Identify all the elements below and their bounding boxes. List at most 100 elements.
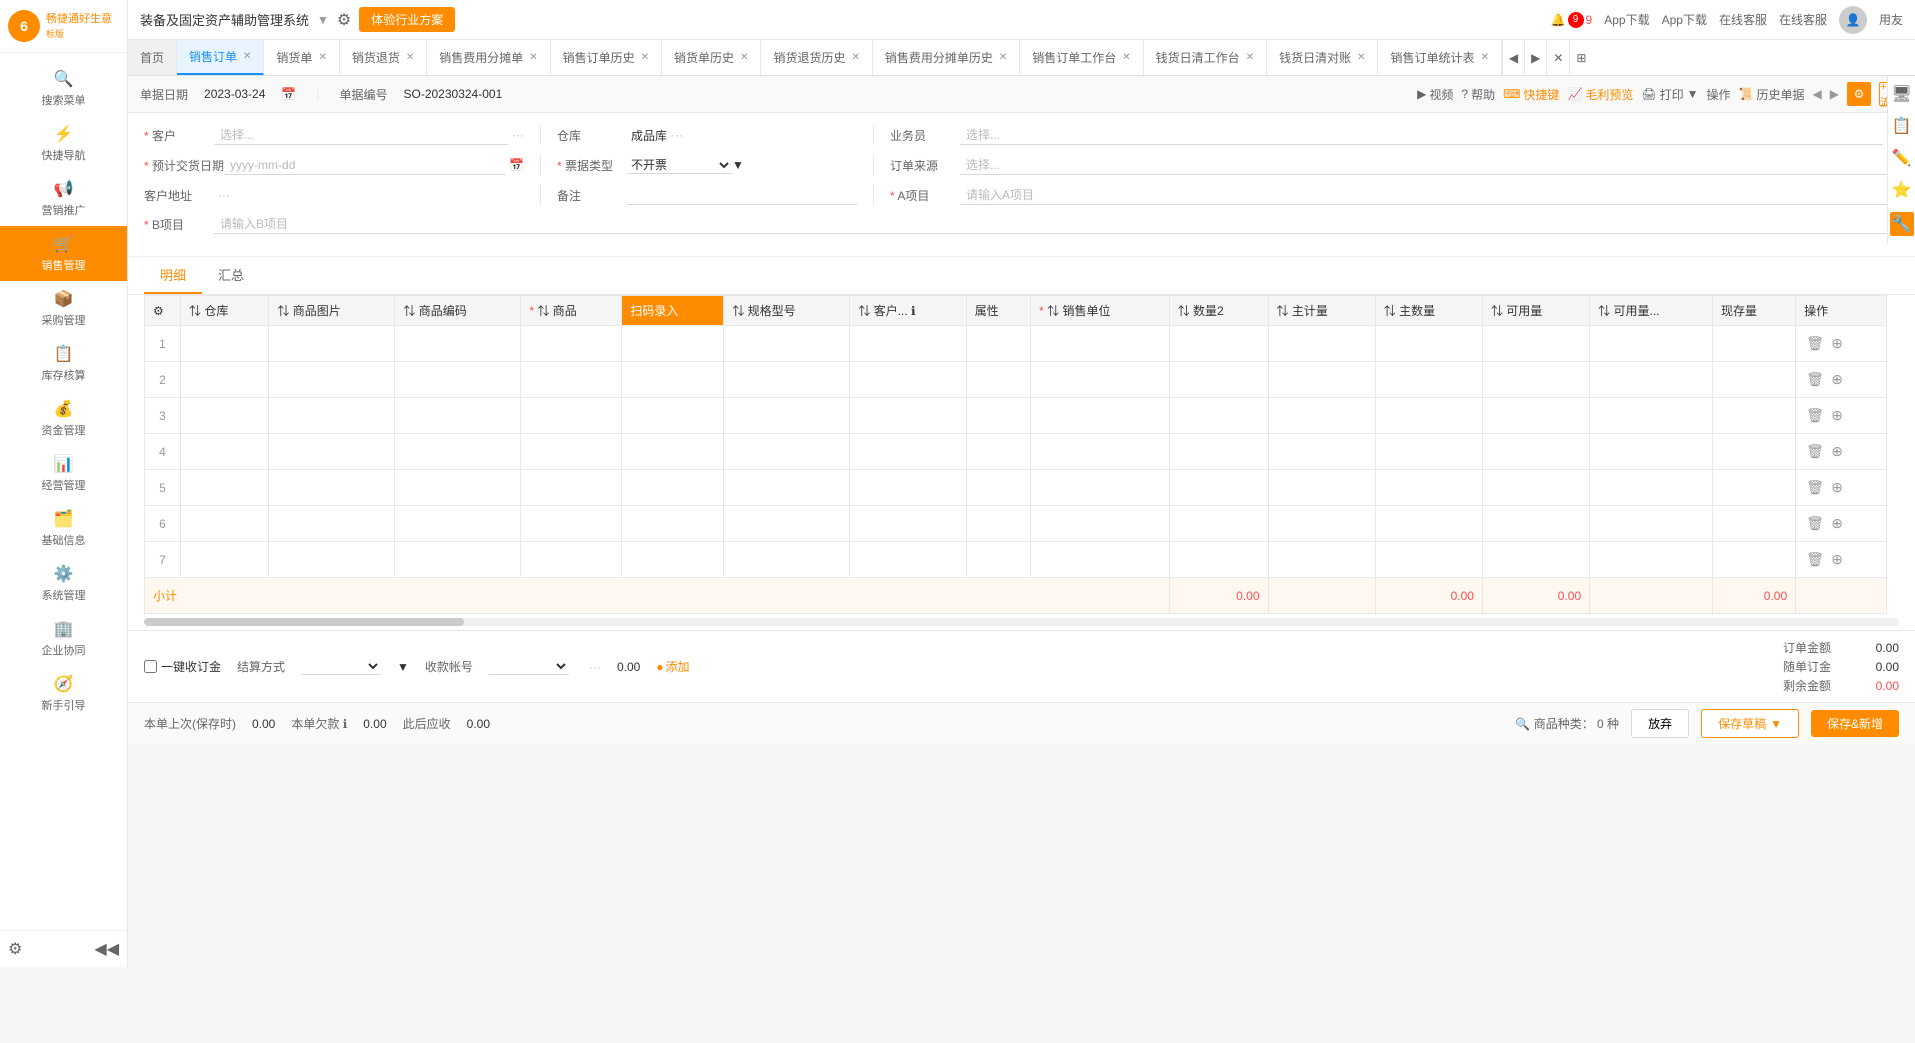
row-7-unit[interactable] bbox=[1031, 542, 1170, 578]
row-2-code[interactable] bbox=[395, 362, 521, 398]
row-4-spec[interactable] bbox=[724, 434, 850, 470]
row-2-delete-btn[interactable]: 🗑 bbox=[1804, 369, 1826, 390]
right-panel-star-icon[interactable]: ⭐ bbox=[1892, 180, 1912, 200]
row-7-spec[interactable] bbox=[724, 542, 850, 578]
sort-icon-available2[interactable]: ⇅ bbox=[1598, 304, 1610, 318]
one-click-collect-input[interactable] bbox=[144, 660, 157, 673]
abandon-button[interactable]: 放弃 bbox=[1631, 709, 1689, 738]
sidebar-item-marketing[interactable]: 📢 营销推广 bbox=[0, 171, 127, 226]
row-3-code[interactable] bbox=[395, 398, 521, 434]
tab-sales-order-workbench[interactable]: 销售订单工作台 ✕ bbox=[1020, 40, 1143, 75]
row-6-warehouse[interactable] bbox=[181, 506, 269, 542]
row-4-warehouse[interactable] bbox=[181, 434, 269, 470]
right-panel-list-icon[interactable]: 📋 bbox=[1892, 116, 1912, 136]
tab-nav-prev[interactable]: ◀ bbox=[1502, 40, 1524, 75]
right-panel-tool-icon[interactable]: 🔧 bbox=[1890, 212, 1914, 236]
tab-sales-return-history[interactable]: 销货单历史 ✕ bbox=[662, 40, 761, 75]
delivery-date-input[interactable] bbox=[224, 156, 505, 175]
row-3-cust-code[interactable] bbox=[850, 398, 966, 434]
history-action[interactable]: 📜 历史单据 bbox=[1739, 86, 1805, 103]
sidebar-item-basics[interactable]: 🗂️ 基础信息 bbox=[0, 501, 127, 556]
sort-icon-cust-code[interactable]: ⇅ bbox=[858, 304, 870, 318]
row-5-code[interactable] bbox=[395, 470, 521, 506]
row-5-main-qty[interactable] bbox=[1375, 470, 1482, 506]
tab-close-expense-history[interactable]: ✕ bbox=[999, 52, 1007, 63]
tab-daily-clear-account[interactable]: 钱货日清对账 ✕ bbox=[1267, 40, 1378, 75]
a-project-input[interactable] bbox=[960, 186, 1899, 205]
row-7-cust-code[interactable] bbox=[850, 542, 966, 578]
save-draft-button[interactable]: 保存草稿 ▼ bbox=[1701, 709, 1799, 738]
detail-tab-detail[interactable]: 明细 bbox=[144, 257, 202, 294]
tab-close-daily-clear-workbench[interactable]: ✕ bbox=[1246, 52, 1254, 63]
row-3-copy-btn[interactable]: ⊕ bbox=[1829, 405, 1845, 426]
sort-icon-available[interactable]: ⇅ bbox=[1491, 304, 1503, 318]
sidebar-item-finance[interactable]: 💰 资金管理 bbox=[0, 391, 127, 446]
row-1-unit[interactable] bbox=[1031, 326, 1170, 362]
tab-sales-return[interactable]: 销货单 ✕ bbox=[264, 40, 339, 75]
detail-tab-summary[interactable]: 汇总 bbox=[202, 257, 260, 294]
row-4-cust-code[interactable] bbox=[850, 434, 966, 470]
tab-close-sales-return[interactable]: ✕ bbox=[318, 52, 326, 63]
customer-input[interactable] bbox=[214, 126, 508, 145]
sort-icon[interactable]: ⇅ bbox=[189, 304, 201, 318]
settings-icon[interactable]: ⚙ bbox=[8, 939, 22, 959]
b-project-input[interactable] bbox=[214, 215, 1899, 234]
operations-action[interactable]: 操作 bbox=[1707, 86, 1731, 103]
row-4-main-qty[interactable] bbox=[1375, 434, 1482, 470]
save-new-button[interactable]: 保存&新增 bbox=[1811, 710, 1899, 737]
help-action[interactable]: ? 帮助 bbox=[1461, 86, 1495, 103]
row-5-attribute[interactable] bbox=[966, 470, 1030, 506]
row-6-qty2[interactable] bbox=[1169, 506, 1268, 542]
avatar[interactable]: 👤 bbox=[1839, 6, 1867, 34]
tab-close-order-history[interactable]: ✕ bbox=[641, 52, 649, 63]
row-1-delete-btn[interactable]: 🗑 bbox=[1804, 333, 1826, 354]
tab-sales-expense-split[interactable]: 销售费用分摊单 ✕ bbox=[427, 40, 550, 75]
row-6-product[interactable] bbox=[521, 506, 622, 542]
tab-close-sales-order[interactable]: ✕ bbox=[243, 51, 251, 62]
topbar-gear-icon[interactable]: ⚙ bbox=[337, 10, 351, 30]
sidebar-item-search[interactable]: 🔍 搜索菜单 bbox=[0, 61, 127, 116]
row-6-main-qty[interactable] bbox=[1375, 506, 1482, 542]
sort-icon-main-unit[interactable]: ⇅ bbox=[1277, 304, 1289, 318]
row-7-code[interactable] bbox=[395, 542, 521, 578]
nav-prev-icon[interactable]: ◀ bbox=[1813, 87, 1822, 101]
notification-area[interactable]: 🔔 9 9 bbox=[1551, 12, 1593, 28]
sidebar-item-quicknav[interactable]: ⚡ 快捷导航 bbox=[0, 116, 127, 171]
tab-close-daily-clear-account[interactable]: ✕ bbox=[1357, 52, 1365, 63]
sort-icon-image[interactable]: ⇅ bbox=[277, 304, 289, 318]
profit-action[interactable]: 📈 毛利预览 bbox=[1567, 86, 1633, 103]
sort-icon-code[interactable]: ⇅ bbox=[403, 304, 415, 318]
tab-sales-expense-history[interactable]: 销售费用分摊单历史 ✕ bbox=[873, 40, 1020, 75]
app-download-link[interactable]: App下载 bbox=[1604, 11, 1649, 28]
row-1-attribute[interactable] bbox=[966, 326, 1030, 362]
row-4-attribute[interactable] bbox=[966, 434, 1030, 470]
save-draft-arrow[interactable]: ▼ bbox=[1770, 717, 1782, 731]
row-1-product[interactable] bbox=[521, 326, 622, 362]
tab-nav-more[interactable]: ✕ bbox=[1546, 40, 1569, 75]
tab-nav-expand[interactable]: ⊞ bbox=[1569, 40, 1592, 75]
row-4-product[interactable] bbox=[521, 434, 622, 470]
row-1-copy-btn[interactable]: ⊕ bbox=[1829, 333, 1845, 354]
row-7-warehouse[interactable] bbox=[181, 542, 269, 578]
row-6-delete-btn[interactable]: 🗑 bbox=[1804, 513, 1826, 534]
row-3-spec[interactable] bbox=[724, 398, 850, 434]
row-1-cust-code[interactable] bbox=[850, 326, 966, 362]
sidebar-item-guide[interactable]: 🧭 新手引导 bbox=[0, 666, 127, 721]
add-btn[interactable]: ● 添加 bbox=[656, 658, 689, 675]
nav-next-icon[interactable]: ▶ bbox=[1830, 87, 1839, 101]
row-5-unit[interactable] bbox=[1031, 470, 1170, 506]
row-2-main-qty[interactable] bbox=[1375, 362, 1482, 398]
row-1-main-qty[interactable] bbox=[1375, 326, 1482, 362]
row-3-warehouse[interactable] bbox=[181, 398, 269, 434]
row-3-attribute[interactable] bbox=[966, 398, 1030, 434]
row-5-warehouse[interactable] bbox=[181, 470, 269, 506]
shortcut-action[interactable]: ⌨ 快捷键 bbox=[1503, 86, 1559, 103]
row-3-delete-btn[interactable]: 🗑 bbox=[1804, 405, 1826, 426]
salesperson-input[interactable] bbox=[960, 126, 1883, 145]
row-6-code[interactable] bbox=[395, 506, 521, 542]
tab-sales-refund[interactable]: 销货退货 ✕ bbox=[340, 40, 427, 75]
payment-method-select[interactable] bbox=[301, 658, 381, 675]
sidebar-item-enterprise[interactable]: 🏢 企业协同 bbox=[0, 611, 127, 666]
row-5-delete-btn[interactable]: 🗑 bbox=[1804, 477, 1826, 498]
tab-close-return-history[interactable]: ✕ bbox=[740, 52, 748, 63]
